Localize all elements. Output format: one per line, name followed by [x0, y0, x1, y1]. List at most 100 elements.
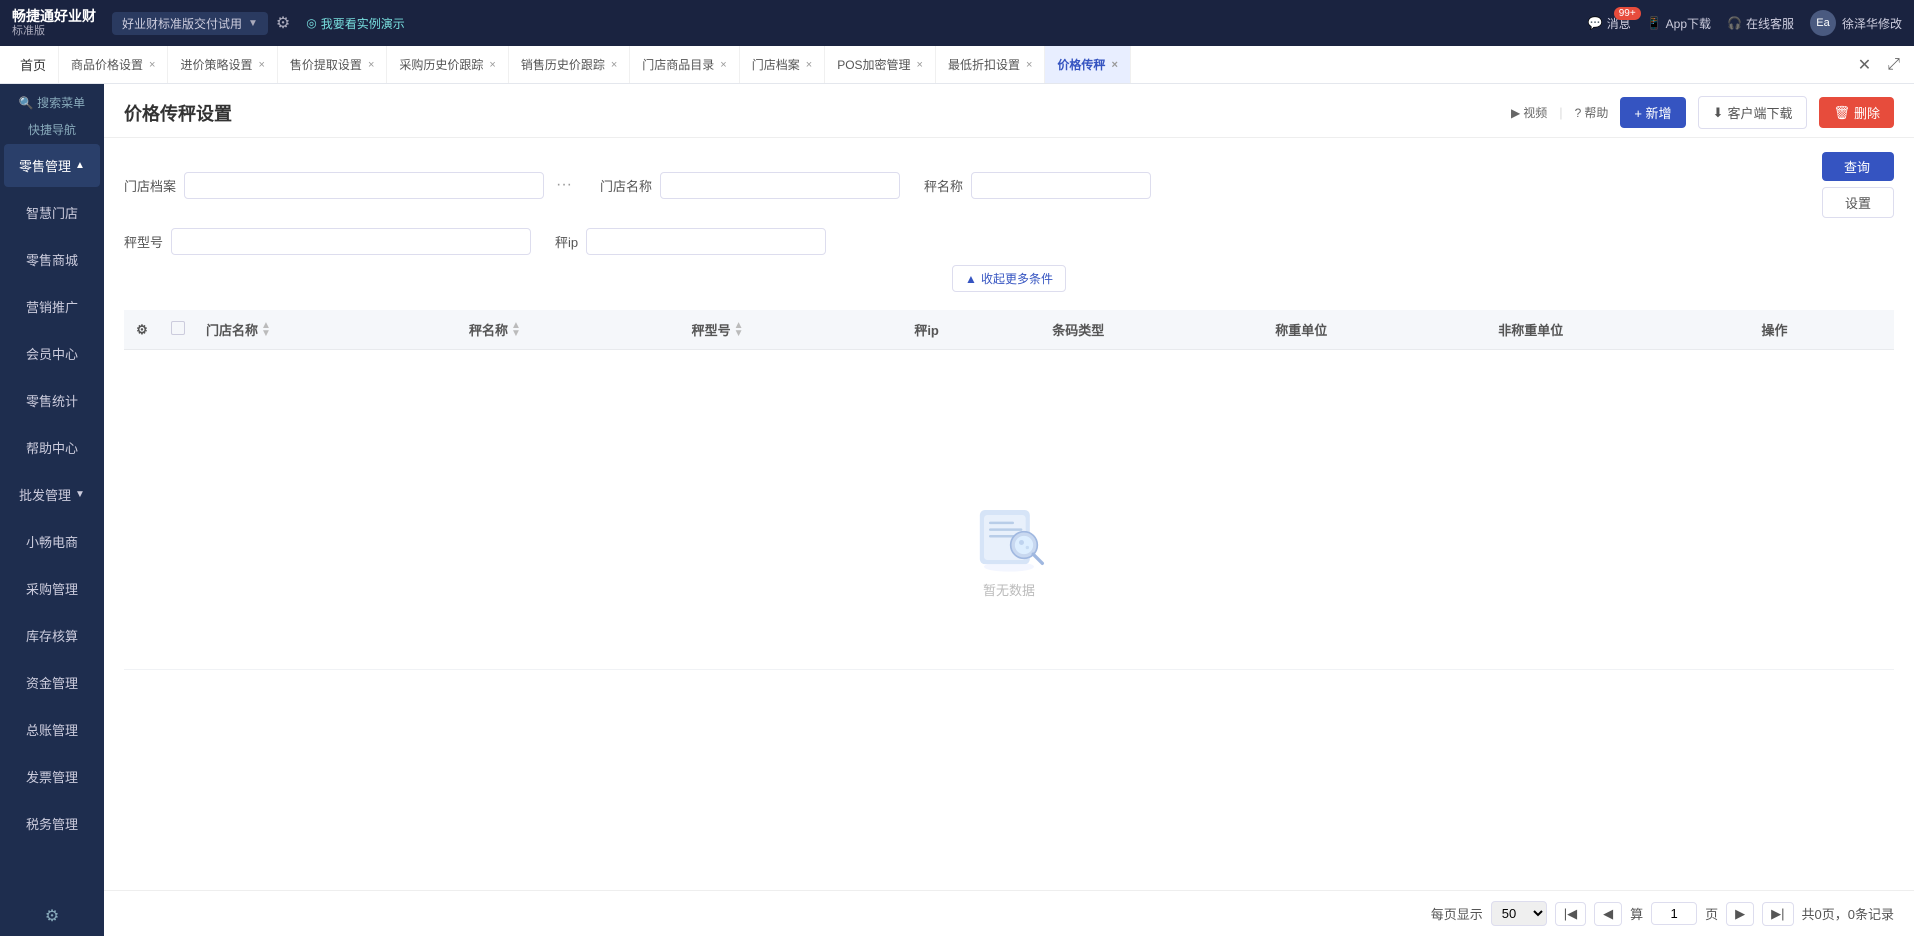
sort-icon[interactable]: ▲▼	[511, 322, 521, 338]
tab-sale-extract[interactable]: 售价提取设置 ×	[278, 46, 387, 84]
user-menu[interactable]: Ea 徐泽华修改	[1810, 10, 1902, 36]
app-download-button[interactable]: 📱 App下载	[1647, 15, 1711, 32]
sidebar-item-label: 智慧门店	[26, 206, 78, 221]
help-link[interactable]: ? 帮助	[1575, 104, 1609, 121]
close-icon[interactable]: ×	[611, 59, 617, 71]
add-button[interactable]: + 新增	[1620, 97, 1685, 128]
tab-store-profile[interactable]: 门店档案 ×	[740, 46, 825, 84]
close-icon[interactable]: ×	[149, 59, 155, 71]
delete-button[interactable]: 🗑 删除	[1819, 97, 1894, 128]
query-button[interactable]: 查询	[1822, 152, 1894, 181]
sidebar-item-ecommerce[interactable]: 小畅电商	[4, 520, 100, 563]
settings-icon[interactable]: ⚙	[276, 13, 290, 33]
maximize-tab-button[interactable]: ⤢	[1881, 54, 1906, 76]
download-button[interactable]: ⬇ 客户端下载	[1698, 96, 1808, 129]
sidebar-item-smart-store[interactable]: 智慧门店	[4, 191, 100, 234]
store-name-input[interactable]	[660, 172, 900, 199]
video-link[interactable]: ▶ 视频	[1511, 104, 1547, 121]
sidebar-item-wholesale[interactable]: 批发管理 ▼	[4, 473, 100, 516]
select-all-checkbox[interactable]	[171, 321, 185, 335]
th-non-weight-unit: 非称重单位	[1488, 310, 1751, 350]
sidebar-settings-icon[interactable]: ⚙	[45, 908, 59, 925]
scale-ip-input[interactable]	[586, 228, 826, 255]
store-profile-input[interactable]	[184, 172, 544, 199]
sidebar-item-finance[interactable]: 资金管理	[4, 661, 100, 704]
ellipsis-icon[interactable]: ···	[552, 176, 576, 194]
sort-icon[interactable]: ▲▼	[261, 322, 271, 338]
message-button[interactable]: 💬 消息 99+	[1588, 15, 1631, 32]
sidebar-item-invoice[interactable]: 发票管理	[4, 755, 100, 798]
app-name: 畅捷通好业财	[12, 8, 96, 25]
version-selector[interactable]: 好业财标准版交付试用 ▼	[112, 12, 268, 35]
close-icon[interactable]: ×	[489, 59, 495, 71]
close-icon[interactable]: ×	[1026, 59, 1032, 71]
demo-link[interactable]: ◎ 我要看实例演示	[306, 15, 405, 32]
sidebar-item-retail-stats[interactable]: 零售统计	[4, 379, 100, 422]
tab-cost-strategy[interactable]: 进价策略设置 ×	[168, 46, 277, 84]
app-download-icon: 📱	[1647, 16, 1662, 30]
scale-name-input[interactable]	[971, 172, 1151, 199]
page-input[interactable]	[1651, 902, 1697, 925]
scale-name-label: 秤名称	[924, 176, 963, 195]
tab-min-discount[interactable]: 最低折扣设置 ×	[936, 46, 1045, 84]
online-service-button[interactable]: 🎧 在线客服	[1727, 15, 1794, 32]
sidebar-item-ledger[interactable]: 总账管理	[4, 708, 100, 751]
th-barcode-type: 条码类型	[1042, 310, 1265, 350]
sidebar-quick-nav[interactable]: 快捷导航	[0, 117, 104, 142]
sort-icon[interactable]: ▲▼	[734, 322, 744, 338]
filter-store-name: 门店名称	[600, 172, 900, 199]
sidebar-item-member[interactable]: 会员中心	[4, 332, 100, 375]
close-icon[interactable]: ×	[806, 59, 812, 71]
close-icon[interactable]: ×	[917, 59, 923, 71]
th-store-name-label: 门店名称	[206, 320, 258, 339]
sidebar-item-label: 资金管理	[26, 676, 78, 691]
sidebar-item-help[interactable]: 帮助中心	[4, 426, 100, 469]
sidebar-item-retail[interactable]: 零售管理 ▲	[4, 144, 100, 187]
last-page-button[interactable]: ▶|	[1762, 902, 1793, 926]
per-page-select[interactable]: 50 10 20 100	[1491, 901, 1547, 926]
message-icon: 💬	[1588, 16, 1603, 30]
close-icon[interactable]: ×	[1111, 59, 1117, 71]
tab-bar: 首页 商品价格设置 × 进价策略设置 × 售价提取设置 × 采购历史价跟踪 × …	[0, 46, 1914, 84]
sidebar-item-inventory[interactable]: 库存核算	[4, 614, 100, 657]
tab-product-price[interactable]: 商品价格设置 ×	[59, 46, 168, 84]
settings-button[interactable]: 设置	[1822, 187, 1894, 218]
th-checkbox[interactable]	[160, 310, 196, 350]
separator: |	[1559, 105, 1562, 120]
sidebar-item-label: 营销推广	[26, 300, 78, 315]
first-page-button[interactable]: |◀	[1555, 902, 1586, 926]
th-store-name: 门店名称 ▲▼	[196, 310, 459, 350]
sidebar-search[interactable]: 🔍 搜索菜单	[0, 84, 104, 117]
scale-model-input[interactable]	[171, 228, 531, 255]
tab-pos-encrypt-label: POS加密管理	[837, 56, 910, 73]
th-settings[interactable]: ⚙	[124, 310, 160, 350]
collapse-button[interactable]: ▲ 收起更多条件	[952, 265, 1066, 292]
th-scale-model-label: 秤型号	[692, 320, 731, 339]
th-weight-unit: 称重单位	[1265, 310, 1488, 350]
query-label: 查询	[1844, 157, 1870, 176]
tab-price-scale[interactable]: 价格传秤 ×	[1045, 46, 1130, 84]
sidebar-item-purchase[interactable]: 采购管理	[4, 567, 100, 610]
sidebar: 🔍 搜索菜单 快捷导航 零售管理 ▲ 智慧门店 零售商城 营销推广 会员中心 零…	[0, 84, 104, 936]
tab-purchase-history-label: 采购历史价跟踪	[399, 56, 483, 73]
help-icon: ?	[1575, 106, 1582, 120]
close-icon[interactable]: ×	[368, 59, 374, 71]
tab-store-catalog[interactable]: 门店商品目录 ×	[630, 46, 739, 84]
add-label: + 新增	[1634, 103, 1671, 122]
close-tab-button[interactable]: ✕	[1852, 53, 1877, 77]
sidebar-item-marketing[interactable]: 营销推广	[4, 285, 100, 328]
sidebar-item-retail-mall[interactable]: 零售商城	[4, 238, 100, 281]
tab-pos-encrypt[interactable]: POS加密管理 ×	[825, 46, 936, 84]
sidebar-item-retail-label: 零售管理	[19, 156, 71, 175]
sidebar-item-tax[interactable]: 税务管理	[4, 802, 100, 845]
tab-sales-history[interactable]: 销售历史价跟踪 ×	[509, 46, 630, 84]
store-name-label: 门店名称	[600, 176, 652, 195]
total-text: 共0页，0条记录	[1802, 904, 1894, 923]
next-page-button[interactable]: ▶	[1726, 902, 1754, 926]
tab-home[interactable]: 首页	[8, 46, 59, 84]
close-icon[interactable]: ×	[258, 59, 264, 71]
user-name: 徐泽华修改	[1842, 15, 1902, 32]
close-icon[interactable]: ×	[720, 59, 726, 71]
prev-page-button[interactable]: ◀	[1594, 902, 1622, 926]
tab-purchase-history[interactable]: 采购历史价跟踪 ×	[387, 46, 508, 84]
